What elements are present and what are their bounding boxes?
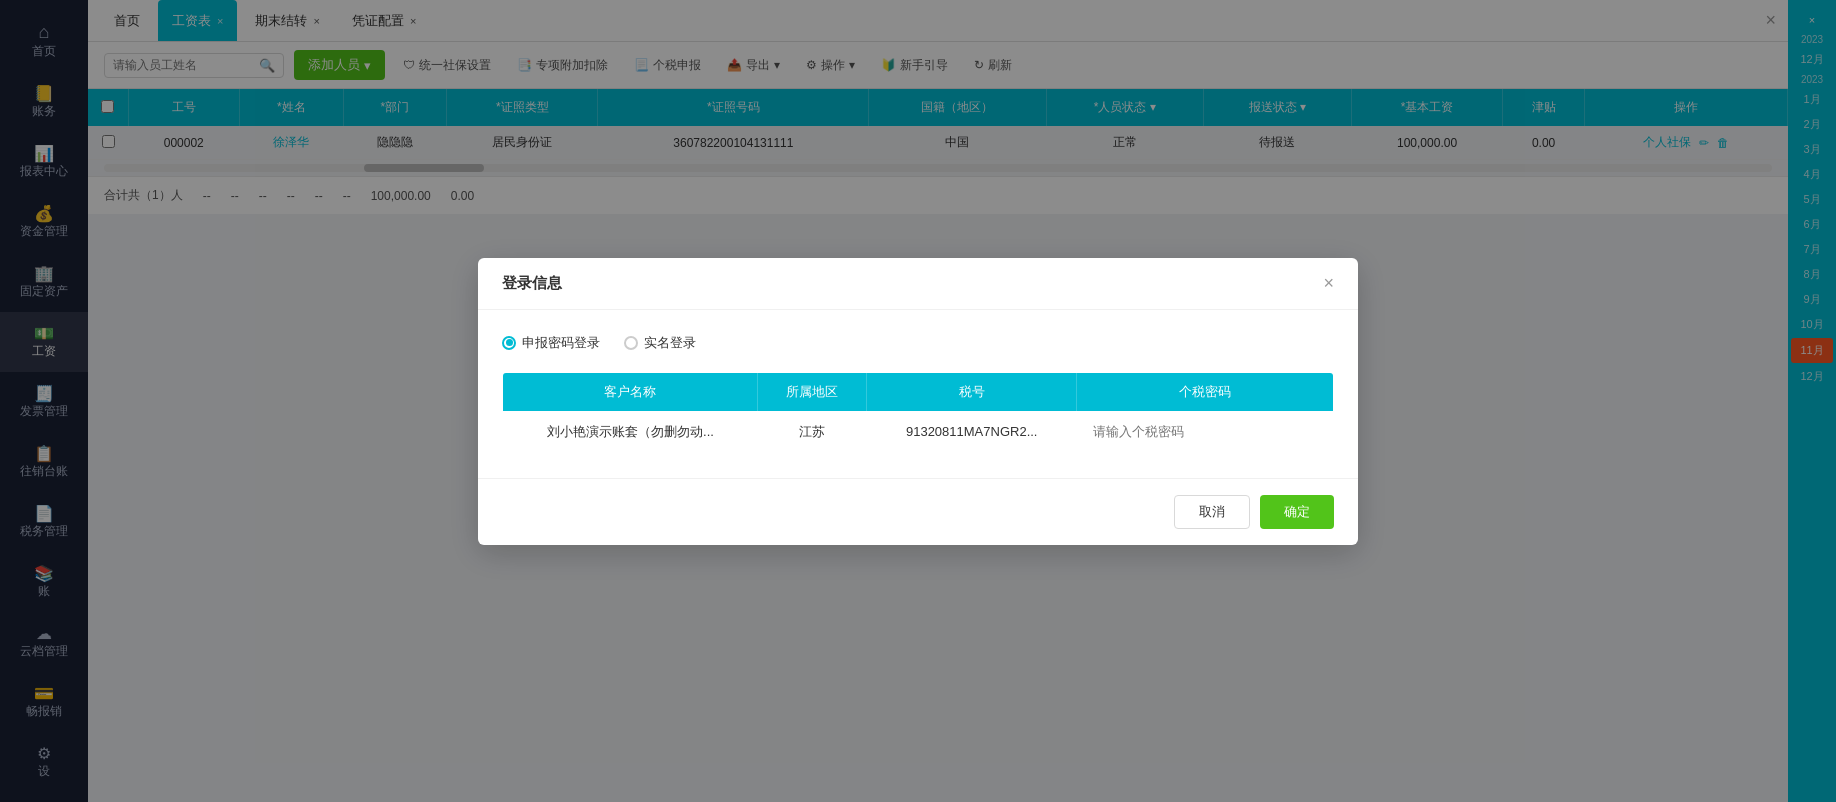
modal-overlay[interactable]: 登录信息 × 申报密码登录 实名登录 客户名称 所属地区 <box>0 0 1836 802</box>
modal-body: 申报密码登录 实名登录 客户名称 所属地区 税号 个税密码 <box>478 310 1358 478</box>
modal-col-password: 个税密码 <box>1077 372 1334 411</box>
tax-password-input[interactable] <box>1093 424 1318 439</box>
modal-login-table: 客户名称 所属地区 税号 个税密码 刘小艳演示账套（勿删勿动... 江苏 913… <box>502 372 1334 454</box>
radio-group: 申报密码登录 实名登录 <box>502 334 1334 352</box>
radio-realname-dot <box>624 336 638 350</box>
radio-password-dot <box>502 336 516 350</box>
modal-header: 登录信息 × <box>478 258 1358 310</box>
cancel-button[interactable]: 取消 <box>1174 495 1250 529</box>
modal-col-region: 所属地区 <box>758 372 867 411</box>
modal-col-client: 客户名称 <box>503 372 758 411</box>
modal-region: 江苏 <box>758 411 867 454</box>
modal-table-row: 刘小艳演示账套（勿删勿动... 江苏 91320811MA7NGR2... <box>503 411 1334 454</box>
radio-password-login[interactable]: 申报密码登录 <box>502 334 600 352</box>
confirm-button[interactable]: 确定 <box>1260 495 1334 529</box>
modal-col-tax-num: 税号 <box>867 372 1077 411</box>
modal-close-button[interactable]: × <box>1323 274 1334 292</box>
modal-client-name: 刘小艳演示账套（勿删勿动... <box>503 411 758 454</box>
login-modal: 登录信息 × 申报密码登录 实名登录 客户名称 所属地区 <box>478 258 1358 545</box>
modal-tax-password-cell[interactable] <box>1077 411 1334 454</box>
radio-realname-login[interactable]: 实名登录 <box>624 334 696 352</box>
modal-footer: 取消 确定 <box>478 478 1358 545</box>
modal-tax-number: 91320811MA7NGR2... <box>867 411 1077 454</box>
modal-title: 登录信息 <box>502 274 562 293</box>
